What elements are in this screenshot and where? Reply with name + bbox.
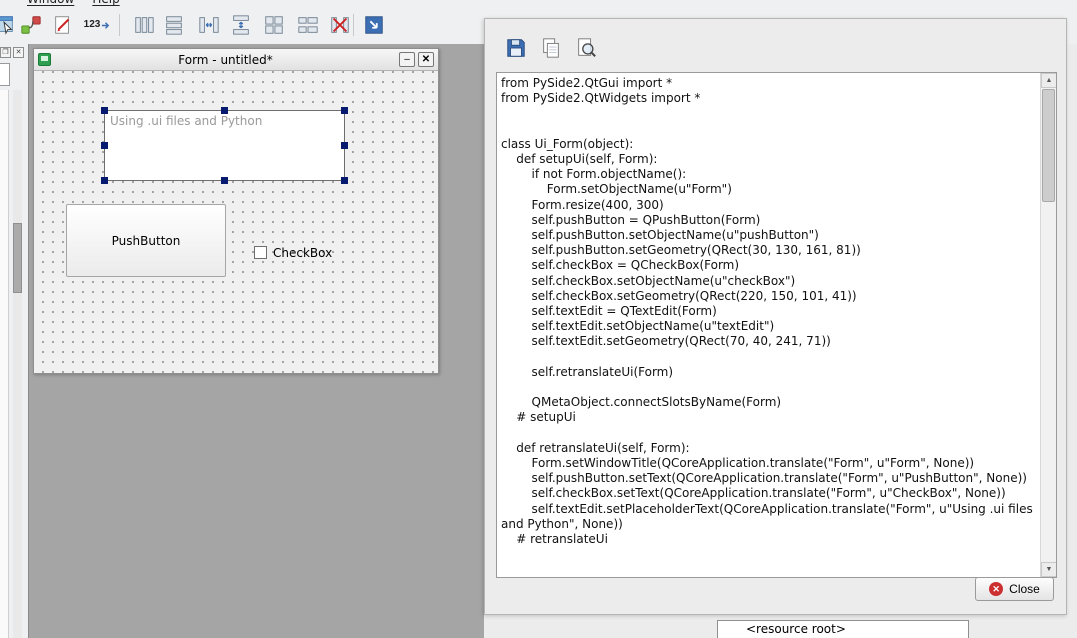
code-editor[interactable]: from PySide2.QtGui import * from PySide2… [496,72,1057,578]
break-layout-button[interactable] [327,12,353,38]
textedit-widget[interactable]: Using .ui files and Python [104,110,345,181]
widget-box-list[interactable] [0,90,9,638]
selection-handle[interactable] [221,177,228,184]
dock-close-button[interactable]: ✕ [13,47,24,58]
qt-designer-window: Window Help [0,0,1077,638]
code-dialog-toolbar [503,35,599,63]
menubar: Window Help [0,0,1077,9]
form-window-titlebar[interactable]: Form - untitled* – ✕ [34,49,438,71]
close-button[interactable]: ✕ Close [975,577,1054,601]
form-canvas[interactable]: Using .ui files and Python PushButton Ch… [34,71,438,373]
copy-button[interactable] [538,35,564,61]
layout-vertical-icon [163,14,185,36]
tab-order-arrow-icon [101,21,110,30]
pushbutton-widget[interactable]: PushButton [66,204,226,277]
find-icon [575,37,597,59]
splitter-vertical-icon [230,14,252,36]
dock-scrollbar-thumb[interactable] [13,223,22,293]
layout-form-button[interactable] [295,12,321,38]
edit-signals-slots-icon [20,14,42,36]
layout-vertical-button[interactable] [161,12,187,38]
toolbar-separator [353,14,354,36]
code-preview-dialog: from PySide2.QtGui import * from PySide2… [484,18,1067,615]
scroll-up-icon[interactable]: ▲ [1041,73,1057,88]
copy-icon [540,37,562,59]
edit-widgets-button[interactable] [0,12,18,38]
close-button-label: Close [1009,582,1040,596]
form-window-title: Form - untitled* [55,53,396,67]
layout-form-icon [297,14,319,36]
close-x-icon: ✕ [989,582,1003,596]
widget-box-dock-fragment: ❐ ✕ [0,44,29,638]
form-editor-window: Form - untitled* – ✕ Using .ui files and… [33,48,439,374]
adjust-size-button[interactable] [361,12,387,38]
form-close-button[interactable]: ✕ [418,52,434,67]
scroll-down-icon[interactable]: ▼ [1041,562,1057,577]
layout-horizontal-button[interactable] [131,12,157,38]
edit-widgets-icon [0,14,16,36]
menubar-items: Window Help [27,0,120,6]
find-button[interactable] [573,35,599,61]
resource-browser-fragment: <resource root> [717,620,969,638]
menu-help[interactable]: Help [92,0,119,6]
break-layout-icon [329,14,351,36]
adjust-size-icon [363,14,385,36]
selection-handle[interactable] [101,107,108,114]
edit-tab-order-icon: 123 [84,20,101,30]
edit-buddies-button[interactable] [50,12,76,38]
layout-grid-icon [263,14,285,36]
dock-float-button[interactable]: ❐ [0,47,11,58]
selection-handle[interactable] [341,107,348,114]
form-window-icon [38,53,51,66]
textedit-placeholder: Using .ui files and Python [110,114,262,128]
save-icon [505,37,527,59]
edit-buddies-icon [52,14,74,36]
selection-handle[interactable] [221,107,228,114]
form-minimize-button[interactable]: – [399,52,415,67]
edit-tab-order-button[interactable]: 123 [82,12,112,38]
selection-handle[interactable] [101,142,108,149]
code-scrollbar-thumb[interactable] [1042,89,1055,202]
layout-grid-button[interactable] [261,12,287,38]
selection-handle[interactable] [101,177,108,184]
save-button[interactable] [503,35,529,61]
selection-handle[interactable] [341,177,348,184]
widget-filter-input[interactable] [0,63,10,86]
selection-handle[interactable] [341,142,348,149]
toolbar-separator [119,14,120,36]
splitter-horizontal-icon [198,14,220,36]
generated-code[interactable]: from PySide2.QtGui import * from PySide2… [501,76,1037,547]
dock-scrollbar-track[interactable] [13,90,22,638]
splitter-horizontal-button[interactable] [196,12,222,38]
menu-window[interactable]: Window [27,0,74,6]
checkbox-label: CheckBox [273,246,332,260]
splitter-vertical-button[interactable] [228,12,254,38]
checkbox-widget[interactable]: CheckBox [254,232,355,273]
layout-horizontal-icon [133,14,155,36]
code-scrollbar[interactable]: ▲ ▼ [1040,73,1056,577]
checkbox-indicator[interactable] [254,246,267,259]
resource-root-item[interactable]: <resource root> [746,622,846,636]
edit-signals-slots-button[interactable] [18,12,44,38]
